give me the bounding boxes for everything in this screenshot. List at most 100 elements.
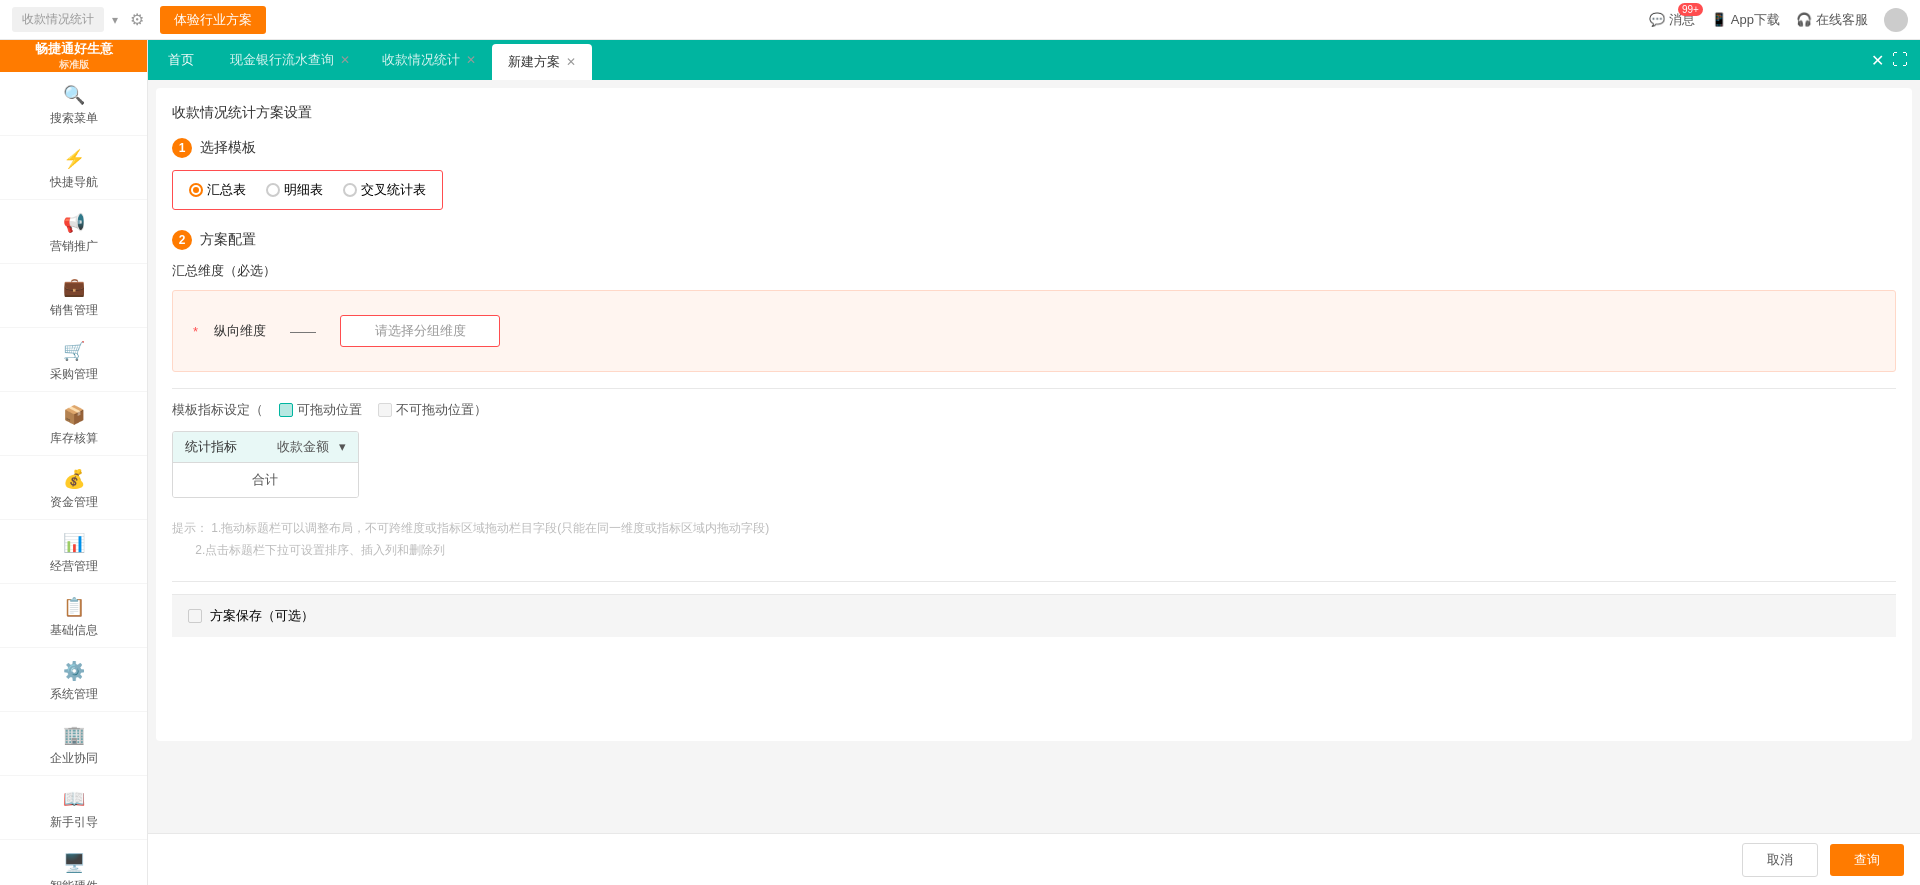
app-download-item[interactable]: 📱 App下载 <box>1711 11 1780 29</box>
sidebar-item-enterprise[interactable]: 🏢 企业协同 <box>0 712 147 776</box>
save-section: 方案保存（可选） <box>172 594 1896 637</box>
bottom-bar: 取消 查询 <box>148 833 1920 885</box>
step2-header: 2 方案配置 <box>172 230 1896 250</box>
query-button[interactable]: 查询 <box>1830 844 1904 876</box>
tab-receipts-close[interactable]: ✕ <box>466 53 476 67</box>
app-download-label: App下载 <box>1731 11 1780 29</box>
divider1 <box>172 388 1896 389</box>
finance-icon: 💰 <box>63 468 85 490</box>
content-area: 首页 现金银行流水查询 ✕ 收款情况统计 ✕ 新建方案 ✕ ✕ ⛶ 收款情况统计… <box>148 40 1920 885</box>
sidebar-item-label: 快捷导航 <box>50 174 98 191</box>
tab-newplan-close[interactable]: ✕ <box>566 55 576 69</box>
basicinfo-icon: 📋 <box>63 596 85 618</box>
gear-icon[interactable]: ⚙ <box>130 10 144 29</box>
sidebar-item-label: 销售管理 <box>50 302 98 319</box>
inventory-icon: 📦 <box>63 404 85 426</box>
sidebar-item-label: 企业协同 <box>50 750 98 767</box>
sidebar-item-inventory[interactable]: 📦 库存核算 <box>0 392 147 456</box>
sidebar-item-quicknav[interactable]: ⚡ 快捷导航 <box>0 136 147 200</box>
page-content: 收款情况统计方案设置 1 选择模板 汇总表 明细表 <box>148 80 1920 833</box>
user-avatar[interactable] <box>1884 8 1908 32</box>
metrics-row-total: 合计 <box>173 463 358 497</box>
logo-sub: 标准版 <box>35 58 113 72</box>
radio-huizong-dot <box>189 183 203 197</box>
online-service-item[interactable]: 🎧 在线客服 <box>1796 11 1868 29</box>
step1-header: 1 选择模板 <box>172 138 1896 158</box>
tab-bar-actions: ✕ ⛶ <box>1871 51 1920 70</box>
moveable-box <box>279 403 293 417</box>
breadcrumb-arrow[interactable]: ▾ <box>112 13 118 27</box>
metrics-config: 模板指标设定（ 可拖动位置 不可拖动位置） <box>172 401 1896 498</box>
tip-2: 2.点击标题栏下拉可设置排序、插入列和删除列 <box>172 540 1896 562</box>
sidebar-item-system[interactable]: ⚙️ 系统管理 <box>0 648 147 712</box>
sidebar-item-guide[interactable]: 📖 新手引导 <box>0 776 147 840</box>
guide-icon: 📖 <box>63 788 85 810</box>
radio-jiaocha-label: 交叉统计表 <box>361 181 426 199</box>
sidebar-item-search[interactable]: 🔍 搜索菜单 <box>0 72 147 136</box>
sidebar-item-basicinfo[interactable]: 📋 基础信息 <box>0 584 147 648</box>
sidebar-item-finance[interactable]: 💰 资金管理 <box>0 456 147 520</box>
dimension-section-label: 汇总维度（必选） <box>172 262 1896 280</box>
radio-mingxi[interactable]: 明细表 <box>266 181 323 199</box>
radio-huizong[interactable]: 汇总表 <box>189 181 246 199</box>
sidebar-item-label: 库存核算 <box>50 430 98 447</box>
sidebar-item-operations[interactable]: 📊 经营管理 <box>0 520 147 584</box>
metrics-section-label: 模板指标设定（ <box>172 401 263 419</box>
tab-newplan-label: 新建方案 <box>508 53 560 71</box>
save-label: 方案保存（可选） <box>210 607 314 625</box>
sidebar-item-label: 营销推广 <box>50 238 98 255</box>
cancel-button[interactable]: 取消 <box>1742 843 1818 877</box>
message-icon: 💬 <box>1649 12 1665 27</box>
top-bar-left: 收款情况统计 ▾ ⚙ 体验行业方案 <box>12 6 1649 34</box>
tab-expand-icon[interactable]: ⛶ <box>1892 51 1908 69</box>
required-star: * <box>193 324 198 339</box>
sales-icon: 💼 <box>63 276 85 298</box>
purchase-icon: 🛒 <box>63 340 85 362</box>
marketing-icon: 📢 <box>63 212 85 234</box>
metrics-table: 统计指标 收款金额 ▾ 合计 <box>172 431 359 498</box>
metrics-dropdown-icon: 收款金额 ▾ <box>277 438 346 456</box>
tips-section: 提示： 1.拖动标题栏可以调整布局，不可跨维度或指标区域拖动栏目字段(只能在同一… <box>172 518 1896 561</box>
tab-cashflow-close[interactable]: ✕ <box>340 53 350 67</box>
tab-home[interactable]: 首页 <box>148 40 214 80</box>
radio-huizong-label: 汇总表 <box>207 181 246 199</box>
tab-cashflow[interactable]: 现金银行流水查询 ✕ <box>214 40 366 80</box>
top-bar: 收款情况统计 ▾ ⚙ 体验行业方案 💬 消息 99+ 📱 App下载 🎧 在线客… <box>0 0 1920 40</box>
step2-title: 方案配置 <box>200 231 256 249</box>
sidebar-item-hardware[interactable]: 🖥️ 智能硬件 <box>0 840 147 885</box>
sidebar-item-sales[interactable]: 💼 销售管理 <box>0 264 147 328</box>
service-icon: 🎧 <box>1796 12 1812 27</box>
not-moveable-box <box>378 403 392 417</box>
sidebar-item-purchase[interactable]: 🛒 采购管理 <box>0 328 147 392</box>
tab-cashflow-label: 现金银行流水查询 <box>230 51 334 69</box>
tab-receipts[interactable]: 收款情况统计 ✕ <box>366 40 492 80</box>
breadcrumb: 收款情况统计 <box>12 7 104 32</box>
sidebar: 畅捷通好生意 标准版 🔍 搜索菜单 ⚡ 快捷导航 📢 营销推广 💼 销售管理 🛒… <box>0 40 148 885</box>
metrics-table-header: 统计指标 收款金额 ▾ <box>173 432 358 463</box>
sidebar-item-marketing[interactable]: 📢 营销推广 <box>0 200 147 264</box>
page-title: 收款情况统计方案设置 <box>172 104 1896 122</box>
dimension-selector[interactable]: 请选择分组维度 <box>340 315 500 347</box>
dropdown-arrow[interactable]: ▾ <box>339 439 346 454</box>
tab-receipts-label: 收款情况统计 <box>382 51 460 69</box>
vertical-label: 纵向维度 <box>214 322 266 340</box>
step1-title: 选择模板 <box>200 139 256 157</box>
quicknav-icon: ⚡ <box>63 148 85 170</box>
not-moveable-label: 不可拖动位置） <box>396 401 487 419</box>
save-checkbox[interactable] <box>188 609 202 623</box>
radio-mingxi-dot <box>266 183 280 197</box>
metrics-header-label: 统计指标 <box>185 438 237 456</box>
tab-close-all-icon[interactable]: ✕ <box>1871 51 1884 70</box>
tab-newplan[interactable]: 新建方案 ✕ <box>492 44 592 80</box>
notification-item[interactable]: 💬 消息 99+ <box>1649 11 1695 29</box>
online-service-label: 在线客服 <box>1816 11 1868 29</box>
step2-num: 2 <box>172 230 192 250</box>
enterprise-icon: 🏢 <box>63 724 85 746</box>
sidebar-item-label: 系统管理 <box>50 686 98 703</box>
top-bar-right: 💬 消息 99+ 📱 App下载 🎧 在线客服 <box>1649 8 1908 32</box>
logo-text: 畅捷通好生意 <box>35 40 113 58</box>
dimension-area: * 纵向维度 —— 请选择分组维度 <box>172 290 1896 372</box>
radio-jiaocha[interactable]: 交叉统计表 <box>343 181 426 199</box>
sidebar-item-label: 新手引导 <box>50 814 98 831</box>
industry-btn[interactable]: 体验行业方案 <box>160 6 266 34</box>
